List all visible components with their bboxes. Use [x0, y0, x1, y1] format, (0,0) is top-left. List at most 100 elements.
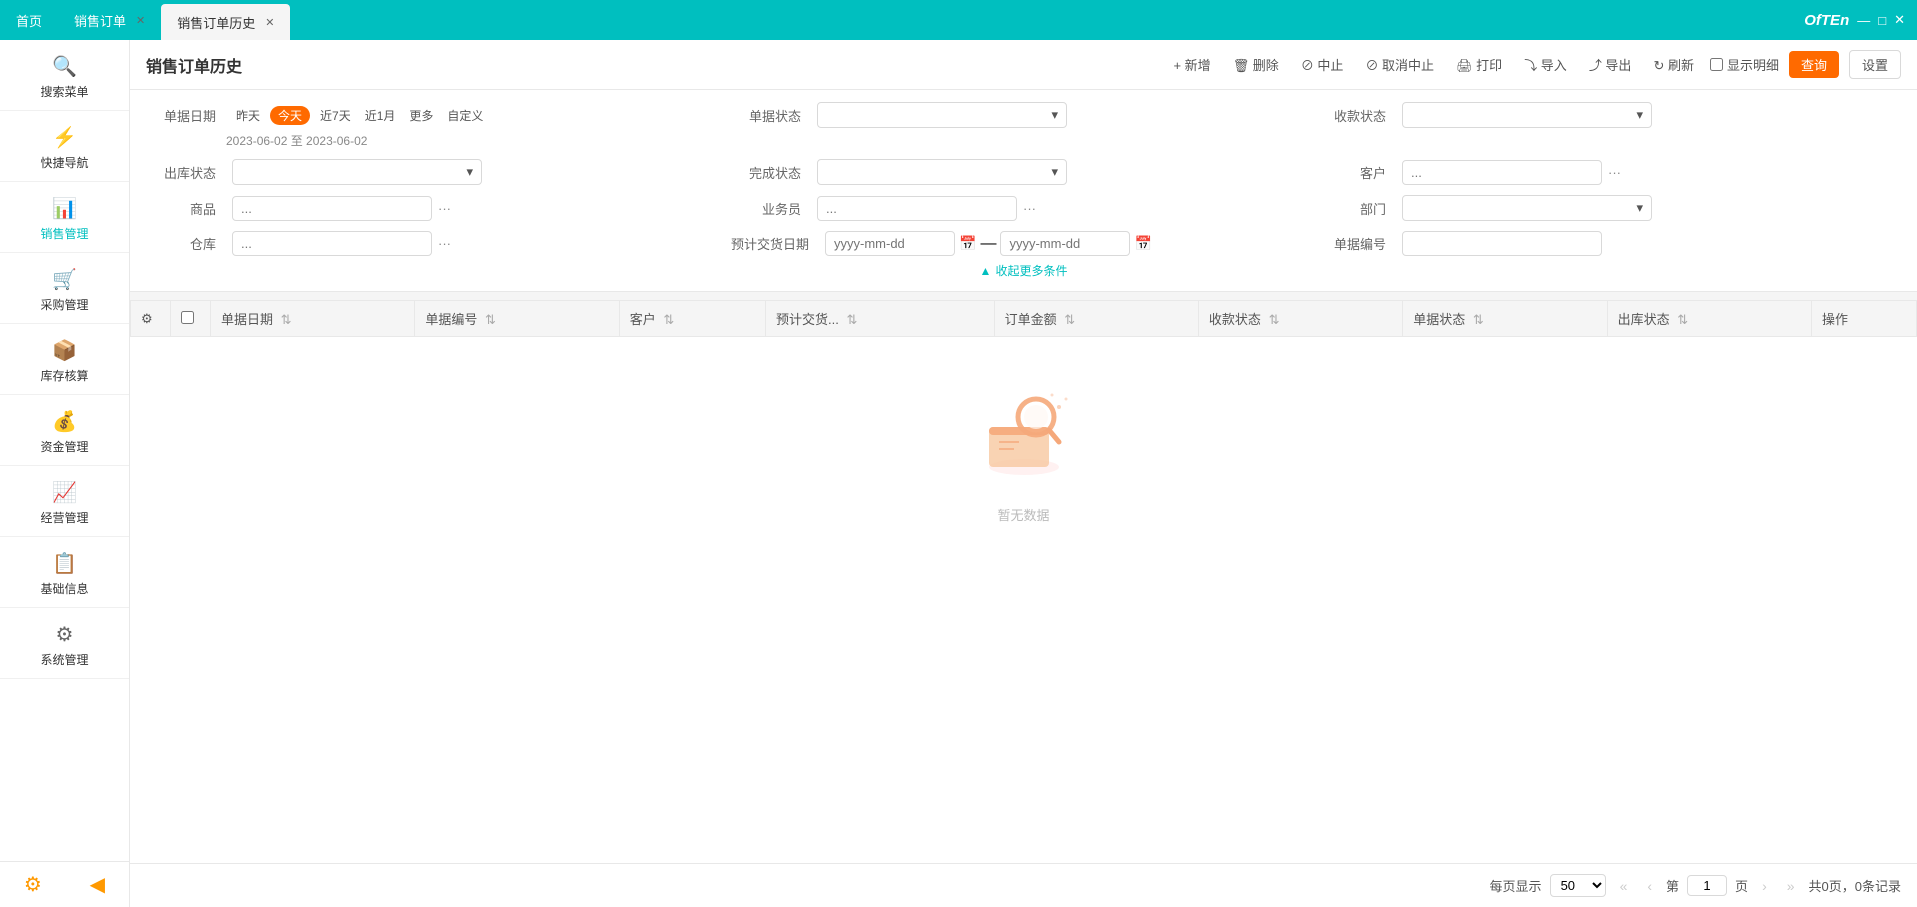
col-number[interactable]: 单据编号 ⇅ — [415, 301, 619, 337]
date-more[interactable]: 更多 — [405, 106, 437, 125]
maximize-btn[interactable]: □ — [1878, 13, 1886, 28]
import-btn[interactable]: ⤵ 导入 — [1518, 53, 1573, 76]
sidebar-item-system[interactable]: ⚙ 系统管理 — [0, 608, 129, 679]
expected-date-end[interactable] — [1000, 231, 1130, 256]
sidebar-item-finance[interactable]: 💰 资金管理 — [0, 395, 129, 466]
col-expected[interactable]: 预计交货... ⇅ — [766, 301, 995, 337]
complete-status-select[interactable]: ▾ — [817, 159, 1067, 185]
export-btn[interactable]: ⤴ 导出 — [1583, 53, 1638, 76]
payment-status-select[interactable]: ▾ — [1402, 102, 1652, 128]
col-date-sort-icon: ⇅ — [281, 312, 292, 328]
settings-btn[interactable]: 设置 — [1849, 50, 1901, 79]
customer-ellipsis[interactable]: ··· — [1608, 165, 1638, 180]
col-date[interactable]: 单据日期 ⇅ — [211, 301, 415, 337]
salesperson-ellipsis[interactable]: ··· — [1023, 201, 1053, 216]
page-input[interactable] — [1687, 875, 1727, 896]
order-number-input[interactable] — [1402, 231, 1602, 256]
tab-sales-order[interactable]: 销售订单 ✕ — [58, 0, 161, 40]
expected-date-label: 预计交货日期 — [731, 234, 819, 253]
filter-area: 单据日期 昨天 今天 近7天 近1月 更多 自定义 单据状态 ▾ — [130, 90, 1917, 292]
tab-sales-order-history-close[interactable]: ✕ — [265, 16, 274, 29]
refresh-btn[interactable]: ↻ 刷新 — [1647, 53, 1700, 76]
col-warehouse-status-sort-icon: ⇅ — [1677, 312, 1688, 328]
stop-btn[interactable]: ⊘ 中止 — [1295, 53, 1350, 76]
empty-row: 暂无数据 — [131, 337, 1917, 565]
date-7days[interactable]: 近7天 — [316, 106, 355, 125]
order-number-label: 单据编号 — [1316, 234, 1396, 253]
col-settings[interactable]: ⚙ — [131, 301, 171, 337]
next-page-btn[interactable]: › — [1756, 876, 1773, 896]
col-order-status-sort-icon: ⇅ — [1473, 312, 1484, 328]
page-title: 销售订单历史 — [146, 53, 242, 77]
col-number-label: 单据编号 — [425, 312, 477, 327]
sidebar-collapse-btn[interactable]: ◀ — [90, 872, 105, 897]
complete-status-label: 完成状态 — [731, 163, 811, 182]
sidebar-item-purchase-mgmt[interactable]: 🛒 采购管理 — [0, 253, 129, 324]
prev-page-btn[interactable]: ‹ — [1641, 876, 1658, 896]
delete-btn[interactable]: 🗑 删除 — [1227, 53, 1285, 76]
date-1month[interactable]: 近1月 — [361, 106, 400, 125]
col-warehouse-status[interactable]: 出库状态 ⇅ — [1607, 301, 1811, 337]
product-input[interactable] — [232, 196, 432, 221]
tab-sales-order-history[interactable]: 销售订单历史 ✕ — [161, 4, 290, 40]
system-icon: ⚙ — [56, 622, 74, 647]
cancel-stop-btn[interactable]: ⊘ 取消中止 — [1359, 53, 1440, 76]
select-all-checkbox[interactable] — [181, 311, 194, 324]
col-actions-label: 操作 — [1822, 312, 1848, 327]
table-header-row: ⚙ 单据日期 ⇅ 单据编号 ⇅ 客户 ⇅ — [131, 301, 1917, 337]
col-amount[interactable]: 订单金额 ⇅ — [994, 301, 1198, 337]
sidebar-item-inventory[interactable]: 📦 库存核算 — [0, 324, 129, 395]
close-btn[interactable]: ✕ — [1894, 12, 1905, 28]
expected-date-start-calendar[interactable]: 📅 — [959, 235, 976, 252]
sidebar-item-basic-info[interactable]: 📋 基础信息 — [0, 537, 129, 608]
col-amount-label: 订单金额 — [1005, 312, 1057, 327]
expected-date-end-calendar[interactable]: 📅 — [1134, 235, 1151, 252]
query-btn[interactable]: 查询 — [1789, 51, 1839, 78]
print-btn[interactable]: 🖨 打印 — [1450, 53, 1508, 76]
warehouse-status-select[interactable]: ▾ — [232, 159, 482, 185]
show-detail-label[interactable]: 显示明细 — [1710, 55, 1779, 74]
sidebar-settings-btn[interactable]: ⚙ — [24, 872, 42, 897]
table-header: ⚙ 单据日期 ⇅ 单据编号 ⇅ 客户 ⇅ — [131, 301, 1917, 337]
col-customer[interactable]: 客户 ⇅ — [619, 301, 765, 337]
col-warehouse-status-label: 出库状态 — [1618, 312, 1670, 327]
show-detail-checkbox[interactable] — [1710, 58, 1723, 71]
salesperson-input[interactable] — [817, 196, 1017, 221]
product-ellipsis[interactable]: ··· — [438, 201, 468, 216]
col-order-status[interactable]: 单据状态 ⇅ — [1403, 301, 1607, 337]
department-select[interactable]: ▾ — [1402, 195, 1652, 221]
expected-date-start[interactable] — [825, 231, 955, 256]
sidebar: 🔍 搜索菜单 ⚡ 快捷导航 📊 销售管理 🛒 采购管理 📦 库存核算 💰 资金管… — [0, 40, 130, 907]
col-payment-status[interactable]: 收款状态 ⇅ — [1198, 301, 1402, 337]
col-date-label: 单据日期 — [221, 312, 273, 327]
first-page-btn[interactable]: « — [1614, 876, 1634, 896]
date-options: 昨天 今天 近7天 近1月 更多 自定义 — [232, 106, 487, 125]
tab-sales-order-close[interactable]: ✕ — [136, 14, 145, 27]
brand-label: OfTEn — [1804, 12, 1849, 29]
sidebar-item-search-menu[interactable]: 🔍 搜索菜单 — [0, 40, 129, 111]
warehouse-ellipsis[interactable]: ··· — [438, 236, 468, 251]
date-custom[interactable]: 自定义 — [443, 106, 487, 125]
col-number-sort-icon: ⇅ — [485, 312, 496, 328]
last-page-btn[interactable]: » — [1781, 876, 1801, 896]
per-page-select[interactable]: 50 10 20 100 — [1550, 874, 1606, 897]
top-bar-right: OfTEn — □ ✕ — [1792, 12, 1917, 29]
date-yesterday[interactable]: 昨天 — [232, 106, 264, 125]
minimize-btn[interactable]: — — [1857, 13, 1870, 28]
col-checkbox[interactable] — [171, 301, 211, 337]
product-label: 商品 — [146, 199, 226, 218]
warehouse-input[interactable] — [232, 231, 432, 256]
sidebar-item-operations[interactable]: 📈 经营管理 — [0, 466, 129, 537]
date-dash: — — [980, 235, 996, 253]
date-range-text: 2023-06-02 至 2023-06-02 — [226, 132, 367, 149]
empty-state: 暂无数据 — [131, 337, 1917, 564]
order-status-select[interactable]: ▾ — [817, 102, 1067, 128]
sidebar-item-quick-nav[interactable]: ⚡ 快捷导航 — [0, 111, 129, 182]
collapse-btn[interactable]: ▲ 收起更多条件 — [146, 262, 1901, 279]
main-layout: 🔍 搜索菜单 ⚡ 快捷导航 📊 销售管理 🛒 采购管理 📦 库存核算 💰 资金管… — [0, 40, 1917, 907]
sidebar-item-sales-mgmt[interactable]: 📊 销售管理 — [0, 182, 129, 253]
date-today[interactable]: 今天 — [270, 106, 310, 125]
new-btn[interactable]: + 新增 — [1167, 53, 1216, 76]
customer-input[interactable] — [1402, 160, 1602, 185]
tab-home[interactable]: 首页 — [0, 0, 58, 40]
